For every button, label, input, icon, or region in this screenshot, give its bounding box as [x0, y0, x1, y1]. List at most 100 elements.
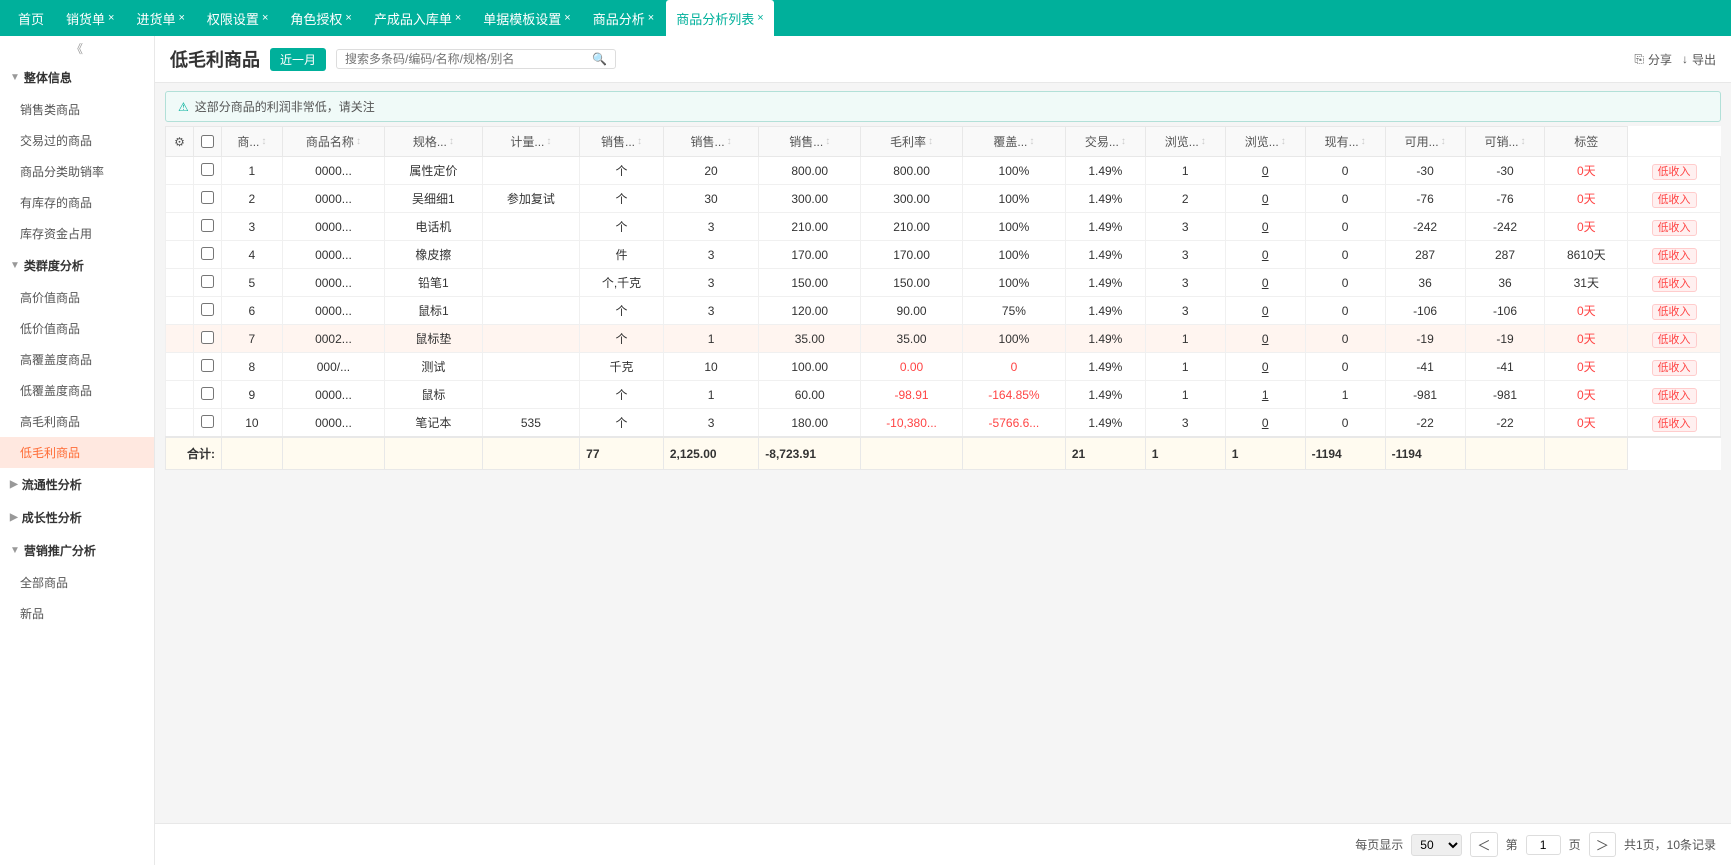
- page-input[interactable]: [1526, 835, 1561, 855]
- sidebar-group-circulation[interactable]: ▶ 流通性分析: [0, 468, 154, 501]
- cell-available-stock: -41: [1465, 353, 1545, 381]
- sidebar-item-high-value[interactable]: 高价值商品: [0, 282, 154, 313]
- nav-roles[interactable]: 角色授权 ×: [280, 0, 361, 36]
- cell-browse1[interactable]: 0: [1225, 185, 1305, 213]
- cell-unit: 个: [580, 185, 664, 213]
- cell-browse1[interactable]: 0: [1225, 157, 1305, 185]
- col-saleable-stock: 可销... ↕: [1465, 127, 1545, 157]
- sidebar-group-marketing[interactable]: ▼ 营销推广分析: [0, 534, 154, 567]
- export-button[interactable]: ↓ 导出: [1682, 51, 1716, 68]
- data-table-container[interactable]: ⚙ 商... ↕ 商品名称 ↕ 规格... ↕ 计量... ↕ 销售... ↕ …: [165, 126, 1721, 823]
- col-settings[interactable]: ⚙: [166, 127, 194, 157]
- nav-product-analysis-list[interactable]: 商品分析列表 ×: [666, 0, 773, 36]
- cell-spec: [482, 269, 580, 297]
- cell-browse1[interactable]: 0: [1225, 241, 1305, 269]
- nav-close-product-analysis-list[interactable]: ×: [757, 12, 763, 24]
- nav-sales[interactable]: 销货单 ×: [56, 0, 124, 36]
- cell-browse1[interactable]: 0: [1225, 353, 1305, 381]
- nav-close-template[interactable]: ×: [564, 12, 570, 24]
- nav-close-sales[interactable]: ×: [108, 12, 114, 24]
- cell-checkbox[interactable]: [194, 213, 222, 241]
- cell-current-stock: -22: [1385, 409, 1465, 438]
- row-checkbox-5[interactable]: [201, 303, 214, 316]
- cell-no: 9: [222, 381, 283, 409]
- sidebar-item-stock-goods[interactable]: 有库存的商品: [0, 187, 154, 218]
- prev-page-button[interactable]: ＜: [1470, 832, 1497, 857]
- cell-checkbox[interactable]: [194, 381, 222, 409]
- cell-checkbox[interactable]: [194, 157, 222, 185]
- cell-checkbox[interactable]: [194, 353, 222, 381]
- sidebar-item-category-rate[interactable]: 商品分类助销率: [0, 156, 154, 187]
- period-button[interactable]: 近一月: [270, 48, 326, 71]
- sidebar-item-sales-goods[interactable]: 销售类商品: [0, 94, 154, 125]
- row-checkbox-2[interactable]: [201, 219, 214, 232]
- row-checkbox-9[interactable]: [201, 415, 214, 428]
- row-checkbox-6[interactable]: [201, 331, 214, 344]
- cell-settings: [166, 381, 194, 409]
- search-input[interactable]: [345, 52, 592, 66]
- row-checkbox-0[interactable]: [201, 163, 214, 176]
- cell-checkbox[interactable]: [194, 241, 222, 269]
- next-page-button[interactable]: ＞: [1589, 832, 1616, 857]
- search-box[interactable]: 🔍: [336, 49, 616, 69]
- sidebar-item-all-goods[interactable]: 全部商品: [0, 567, 154, 598]
- cell-checkbox[interactable]: [194, 325, 222, 353]
- cell-checkbox[interactable]: [194, 409, 222, 438]
- nav-template[interactable]: 单据模板设置 ×: [473, 0, 580, 36]
- cell-unit: 个: [580, 409, 664, 438]
- nav-close-permissions[interactable]: ×: [262, 12, 268, 24]
- row-checkbox-8[interactable]: [201, 387, 214, 400]
- nav-purchase[interactable]: 进货单 ×: [126, 0, 194, 36]
- row-checkbox-1[interactable]: [201, 191, 214, 204]
- cell-browse2: 0: [1305, 157, 1385, 185]
- share-button[interactable]: ⎘ 分享: [1634, 51, 1672, 68]
- sidebar-item-stock-funds[interactable]: 库存资金占用: [0, 218, 154, 249]
- cell-browse1[interactable]: 0: [1225, 409, 1305, 438]
- sidebar-group-marketing-arrow: ▼: [10, 545, 20, 556]
- nav-close-roles[interactable]: ×: [345, 12, 351, 24]
- cell-browse1[interactable]: 0: [1225, 297, 1305, 325]
- cell-cover-rate: 1.49%: [1065, 241, 1145, 269]
- row-checkbox-4[interactable]: [201, 275, 214, 288]
- row-checkbox-3[interactable]: [201, 247, 214, 260]
- nav-close-purchase[interactable]: ×: [178, 12, 184, 24]
- cell-settings: [166, 157, 194, 185]
- cell-name: 测试: [385, 353, 483, 381]
- table-header-row: ⚙ 商... ↕ 商品名称 ↕ 规格... ↕ 计量... ↕ 销售... ↕ …: [166, 127, 1721, 157]
- sidebar-item-new-goods[interactable]: 新品: [0, 598, 154, 629]
- sidebar-group-growth[interactable]: ▶ 成长性分析: [0, 501, 154, 534]
- nav-product-in[interactable]: 产成品入库单 ×: [364, 0, 471, 36]
- cell-checkbox[interactable]: [194, 297, 222, 325]
- cell-browse1[interactable]: 0: [1225, 325, 1305, 353]
- nav-close-product-analysis[interactable]: ×: [648, 12, 654, 24]
- sidebar-item-low-margin[interactable]: 低毛利商品: [0, 437, 154, 468]
- sidebar-item-traded-goods[interactable]: 交易过的商品: [0, 125, 154, 156]
- cell-checkbox[interactable]: [194, 269, 222, 297]
- cell-current-stock: -76: [1385, 185, 1465, 213]
- select-all-checkbox[interactable]: [201, 135, 214, 148]
- sidebar-item-low-value[interactable]: 低价值商品: [0, 313, 154, 344]
- cell-browse1[interactable]: 1: [1225, 381, 1305, 409]
- nav-home[interactable]: 首页: [8, 0, 54, 36]
- sidebar-item-high-coverage[interactable]: 高覆盖度商品: [0, 344, 154, 375]
- totals-empty3: [385, 437, 483, 470]
- row-checkbox-7[interactable]: [201, 359, 214, 372]
- col-checkbox[interactable]: [194, 127, 222, 157]
- sidebar-group-overall[interactable]: ▼ 整体信息: [0, 61, 154, 94]
- sidebar-item-high-margin[interactable]: 高毛利商品: [0, 406, 154, 437]
- per-page-select[interactable]: 50 20 100: [1411, 834, 1462, 856]
- sidebar-collapse-button[interactable]: 《: [0, 36, 154, 61]
- nav-product-analysis[interactable]: 商品分析 ×: [583, 0, 664, 36]
- nav-permissions[interactable]: 权限设置 ×: [197, 0, 278, 36]
- cell-available-stock: -76: [1465, 185, 1545, 213]
- nav-close-product-in[interactable]: ×: [455, 12, 461, 24]
- search-icon[interactable]: 🔍: [592, 52, 607, 66]
- sidebar-group-cluster[interactable]: ▼ 类群度分析: [0, 249, 154, 282]
- sidebar-item-low-coverage[interactable]: 低覆盖度商品: [0, 375, 154, 406]
- col-tag: 标签: [1545, 127, 1628, 157]
- cell-browse1[interactable]: 0: [1225, 269, 1305, 297]
- cell-browse1[interactable]: 0: [1225, 213, 1305, 241]
- totals-empty8: [1545, 437, 1628, 470]
- cell-checkbox[interactable]: [194, 185, 222, 213]
- cell-sales-amt: 120.00: [759, 297, 861, 325]
